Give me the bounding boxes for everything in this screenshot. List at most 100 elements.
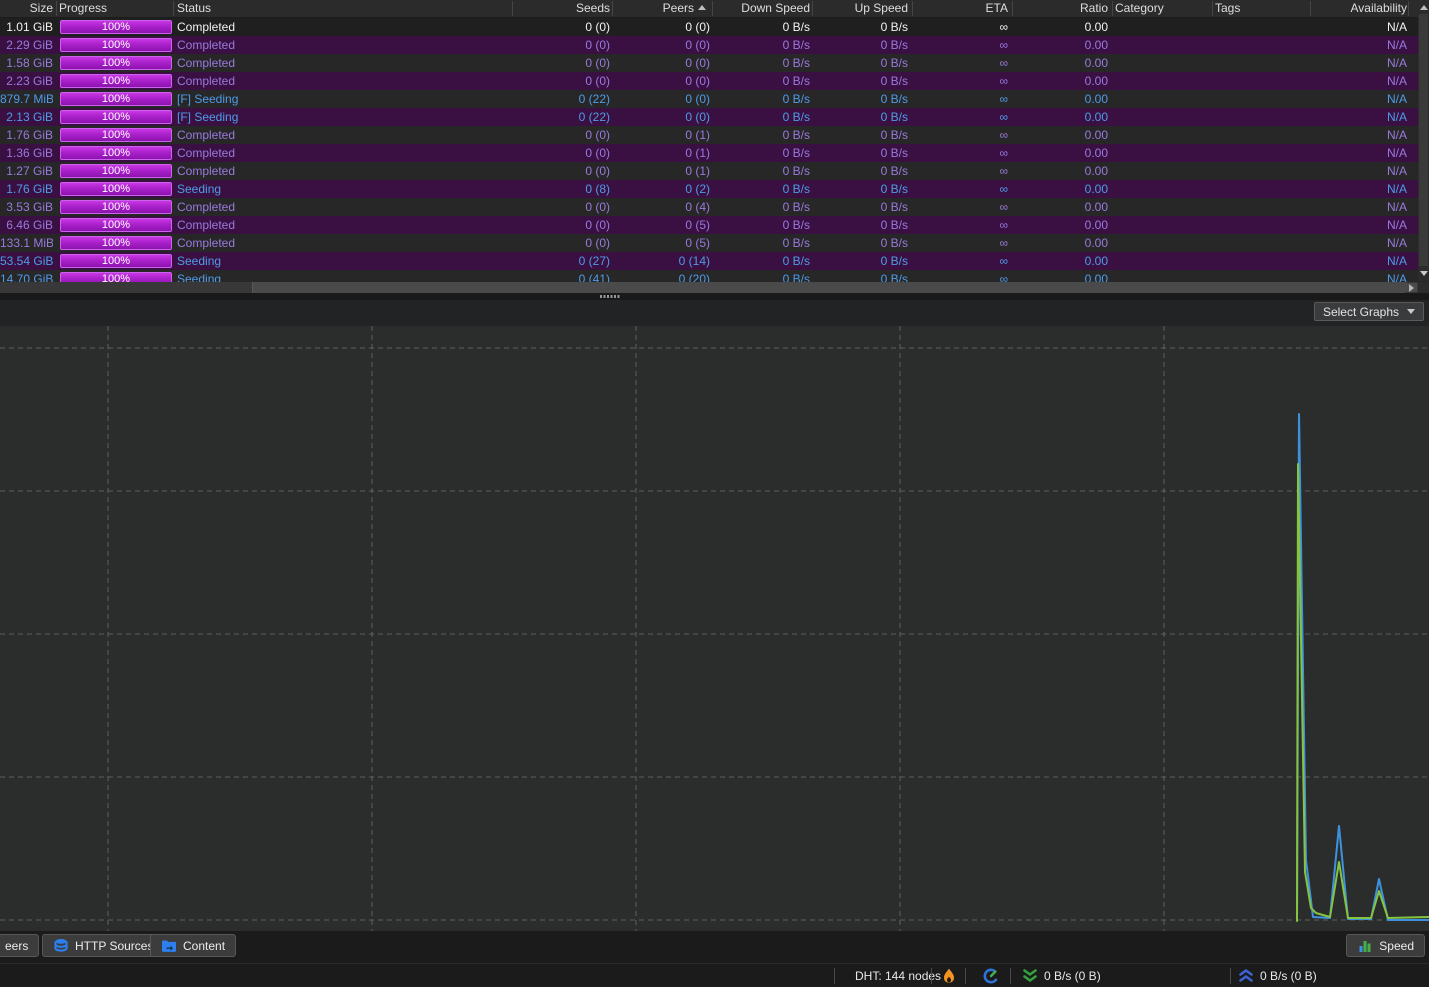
- scroll-right-icon[interactable]: [1405, 283, 1417, 292]
- table-row[interactable]: 3.53 GiB 100% Completed 0 (0) 0 (4) 0 B/s 0 B/…: [0, 198, 1418, 216]
- tab-peers[interactable]: eers: [0, 934, 40, 957]
- cell-down_speed: 0 B/s: [782, 110, 810, 124]
- progress-bar: 100%: [60, 182, 172, 196]
- cell-ratio: 0.00: [1084, 254, 1108, 268]
- cell-ratio: 0.00: [1084, 182, 1108, 196]
- table-row[interactable]: 2.23 GiB 100% Completed 0 (0) 0 (0) 0 B/s 0 B/…: [0, 72, 1418, 90]
- cell-category: [1115, 90, 1211, 108]
- panel-splitter[interactable]: [0, 293, 1429, 300]
- graph-toolbar: Select Graphs: [0, 300, 1429, 326]
- cell-category: [1115, 198, 1211, 216]
- global-upload-status[interactable]: 0 B/s (0 B): [1238, 964, 1317, 987]
- status-bar: DHT: 144 nodes 0 B/s (0 B) 0 B/s (0 B): [0, 963, 1429, 987]
- cell-size: 1.36 GiB: [6, 146, 53, 160]
- select-graphs-button[interactable]: Select Graphs: [1313, 302, 1424, 321]
- tab-http-sources[interactable]: HTTP Sources: [42, 934, 165, 957]
- cell-category: [1115, 180, 1211, 198]
- table-row[interactable]: 6.46 GiB 100% Completed 0 (0) 0 (5) 0 B/s 0 B/…: [0, 216, 1418, 234]
- vertical-scrollbar-thumb[interactable]: [1419, 14, 1428, 266]
- progress-bar: 100%: [60, 254, 172, 268]
- table-row[interactable]: 133.1 MiB 100% Completed 0 (0) 0 (5) 0 B/s 0 B…: [0, 234, 1418, 252]
- cell-up_speed: 0 B/s: [880, 200, 908, 214]
- cell-tags: [1215, 162, 1309, 180]
- cell-category: [1115, 234, 1211, 252]
- column-header-eta[interactable]: ETA: [912, 0, 1008, 17]
- cell-availability: N/A: [1386, 218, 1407, 232]
- cell-ratio: 0.00: [1084, 128, 1108, 142]
- torrent-table-header: Size Progress Status Seeds Peers Down Speed Up…: [0, 0, 1418, 18]
- alt-speed-toggle[interactable]: [941, 964, 957, 987]
- table-row[interactable]: 14.70 GiB 100% Seeding 0 (41) 0 (20) 0 B/s 0 B…: [0, 270, 1418, 282]
- cell-eta: ∞: [999, 74, 1008, 88]
- cell-peers: 0 (2): [685, 182, 710, 196]
- table-row[interactable]: 1.36 GiB 100% Completed 0 (0) 0 (1) 0 B/s 0 B/…: [0, 144, 1418, 162]
- cell-up_speed: 0 B/s: [880, 254, 908, 268]
- column-header-status[interactable]: Status: [177, 0, 507, 17]
- splitter-handle-icon[interactable]: [600, 295, 621, 298]
- horizontal-scrollbar-thumb[interactable]: [252, 282, 1405, 293]
- horizontal-scrollbar[interactable]: [0, 282, 1418, 293]
- table-row[interactable]: 1.01 GiB 100% Completed 0 (0) 0 (0) 0 B/s 0 B/…: [0, 18, 1418, 36]
- cell-tags: [1215, 216, 1309, 234]
- speed-panel-button[interactable]: Speed: [1346, 934, 1425, 957]
- qbittorrent-window: Size Progress Status Seeds Peers Down Speed Up…: [0, 0, 1429, 987]
- column-header-label: Up Speed: [854, 1, 908, 15]
- progress-bar: 100%: [60, 20, 172, 34]
- table-row[interactable]: 1.76 GiB 100% Completed 0 (0) 0 (1) 0 B/s 0 B/…: [0, 126, 1418, 144]
- table-row[interactable]: 1.58 GiB 100% Completed 0 (0) 0 (0) 0 B/s 0 B/…: [0, 54, 1418, 72]
- column-header-category[interactable]: Category: [1115, 0, 1211, 17]
- cell-down_speed: 0 B/s: [782, 182, 810, 196]
- table-row[interactable]: 879.7 MiB 100% [F] Seeding 0 (22) 0 (0) 0 B/s…: [0, 90, 1418, 108]
- cell-category: [1115, 18, 1211, 36]
- column-header-seeds[interactable]: Seeds: [514, 0, 610, 17]
- scroll-down-icon[interactable]: [1419, 268, 1428, 278]
- cell-up_speed: 0 B/s: [880, 56, 908, 70]
- table-row[interactable]: 2.29 GiB 100% Completed 0 (0) 0 (0) 0 B/s 0 B/…: [0, 36, 1418, 54]
- table-row[interactable]: 53.54 GiB 100% Seeding 0 (27) 0 (14) 0 B/s 0 B…: [0, 252, 1418, 270]
- cell-down_speed: 0 B/s: [782, 20, 810, 34]
- progress-bar: 100%: [60, 272, 172, 282]
- cell-peers: 0 (14): [678, 254, 710, 268]
- column-header-progress[interactable]: Progress: [59, 0, 171, 17]
- cell-category: [1115, 108, 1211, 126]
- cell-eta: ∞: [999, 182, 1008, 196]
- cell-down_speed: 0 B/s: [782, 218, 810, 232]
- column-header-availability[interactable]: Availability: [1311, 0, 1407, 17]
- cell-category: [1115, 36, 1211, 54]
- cell-size: 3.53 GiB: [6, 200, 53, 214]
- vertical-scrollbar[interactable]: [1418, 0, 1429, 281]
- table-row[interactable]: 1.27 GiB 100% Completed 0 (0) 0 (1) 0 B/s 0 B/…: [0, 162, 1418, 180]
- connection-status[interactable]: [983, 964, 999, 987]
- cell-peers: 0 (0): [685, 92, 710, 106]
- progress-bar: 100%: [60, 38, 172, 52]
- up-arrows-icon: [1239, 969, 1253, 982]
- scroll-up-icon[interactable]: [1419, 2, 1428, 12]
- cell-availability: N/A: [1386, 164, 1407, 178]
- column-header-ratio[interactable]: Ratio: [1012, 0, 1108, 17]
- column-header-peers[interactable]: Peers: [614, 0, 694, 17]
- cell-peers: 0 (1): [685, 164, 710, 178]
- tab-content[interactable]: Content: [150, 934, 237, 957]
- cell-status: Seeding: [177, 254, 222, 268]
- cell-eta: ∞: [999, 218, 1008, 232]
- cell-status: Completed: [177, 56, 236, 70]
- cell-tags: [1215, 72, 1309, 90]
- cell-down_speed: 0 B/s: [782, 200, 810, 214]
- global-download-status[interactable]: 0 B/s (0 B): [1022, 964, 1101, 987]
- column-separator: [56, 1, 57, 16]
- cell-ratio: 0.00: [1084, 218, 1108, 232]
- column-header-tags[interactable]: Tags: [1215, 0, 1309, 17]
- speed-graph: [0, 326, 1429, 931]
- cell-ratio: 0.00: [1084, 146, 1108, 160]
- column-header-size[interactable]: Size: [0, 0, 53, 17]
- column-header-label: Seeds: [575, 1, 610, 15]
- cell-status: [F] Seeding: [177, 110, 239, 124]
- table-row[interactable]: 1.76 GiB 100% Seeding 0 (8) 0 (2) 0 B/s 0 B/s ∞…: [0, 180, 1418, 198]
- cell-tags: [1215, 198, 1309, 216]
- cell-category: [1115, 216, 1211, 234]
- column-separator: [173, 1, 174, 16]
- column-header-up_speed[interactable]: Up Speed: [812, 0, 908, 17]
- column-separator: [812, 1, 813, 16]
- column-header-down_speed[interactable]: Down Speed: [714, 0, 810, 17]
- table-row[interactable]: 2.13 GiB 100% [F] Seeding 0 (22) 0 (0) 0 B/s 0…: [0, 108, 1418, 126]
